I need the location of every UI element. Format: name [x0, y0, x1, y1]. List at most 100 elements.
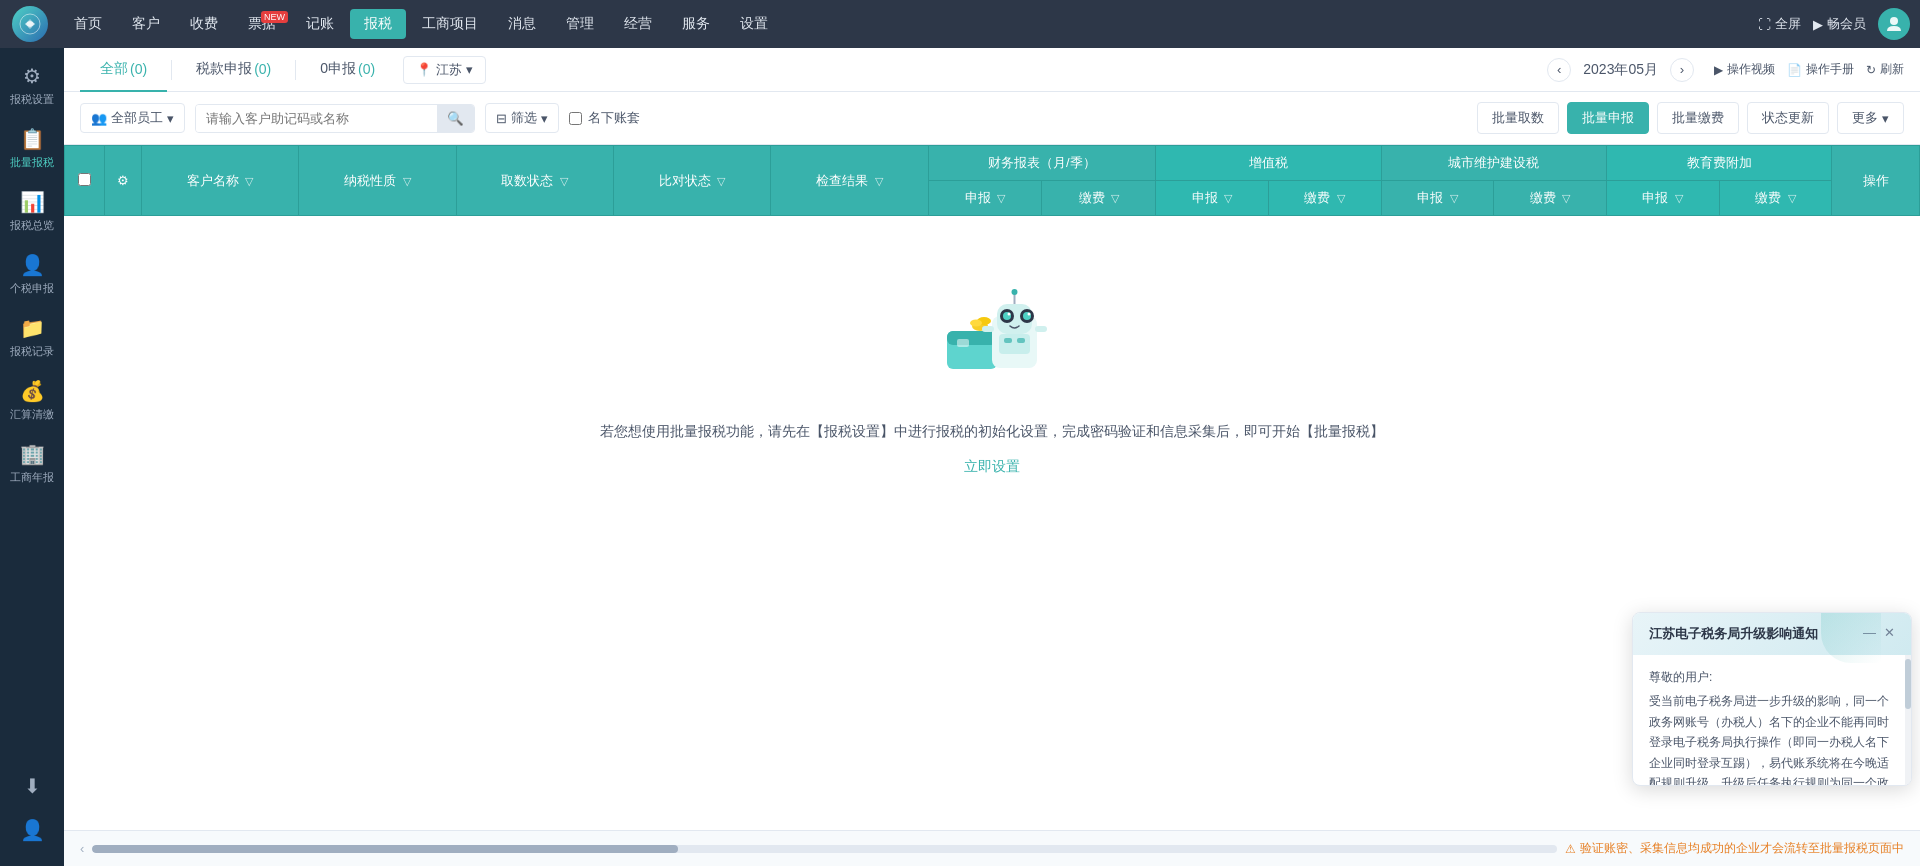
city-pay-th: 缴费 ▽ — [1494, 181, 1607, 216]
notification-popup: 江苏电子税务局升级影响通知 — ✕ 尊敬的用户: 受当前电子税务局进一步升级的影… — [1632, 612, 1912, 786]
nav-customer[interactable]: 客户 — [118, 9, 174, 39]
nav-message[interactable]: 消息 — [494, 9, 550, 39]
vat-declare-th: 申报 ▽ — [1156, 181, 1269, 216]
sidebar-label-tax-overview: 报税总览 — [10, 218, 54, 233]
nav-service[interactable]: 服务 — [668, 9, 724, 39]
region-selector[interactable]: 📍 江苏 ▾ — [403, 56, 486, 84]
select-all-th — [65, 146, 105, 216]
sidebar-item-batch-tax[interactable]: 📋 批量报税 — [4, 119, 60, 178]
sidebar-item-tax-overview[interactable]: 📊 报税总览 — [4, 182, 60, 241]
notification-title: 江苏电子税务局升级影响通知 — [1649, 625, 1818, 643]
name-accounts-checkbox[interactable] — [569, 112, 582, 125]
operation-video-btn[interactable]: ▶ 操作视频 — [1714, 61, 1775, 78]
operation-manual-btn[interactable]: 📄 操作手册 — [1787, 61, 1854, 78]
tax-settings-icon: ⚙ — [23, 64, 41, 88]
sidebar-item-annual-report[interactable]: 🏢 工商年报 — [4, 434, 60, 493]
logo-icon — [12, 6, 48, 42]
select-all-checkbox[interactable] — [78, 173, 91, 186]
batch-pay-btn[interactable]: 批量缴费 — [1657, 102, 1739, 134]
tax-nature-th: 纳税性质 ▽ — [299, 146, 456, 216]
nav-business[interactable]: 工商项目 — [408, 9, 492, 39]
sidebar-item-tax-settings[interactable]: ⚙ 报税设置 — [4, 56, 60, 115]
sidebar-item-settlement[interactable]: 💰 汇算清缴 — [4, 371, 60, 430]
svg-rect-21 — [1004, 338, 1012, 343]
svg-rect-4 — [957, 339, 969, 347]
nav-settings[interactable]: 设置 — [726, 9, 782, 39]
invoice-badge: NEW — [261, 11, 288, 23]
status-update-btn[interactable]: 状态更新 — [1747, 102, 1829, 134]
empty-message: 若您想使用批量报税功能，请先在【报税设置】中进行报税的初始化设置，完成密码验证和… — [600, 420, 1384, 442]
nav-accounting[interactable]: 记账 — [292, 9, 348, 39]
edu-pay-th: 缴费 ▽ — [1719, 181, 1832, 216]
sidebar-label-annual-report: 工商年报 — [10, 470, 54, 485]
tab-tax-declare[interactable]: 税款申报(0) — [176, 48, 291, 92]
financial-declare-th: 申报 ▽ — [928, 181, 1042, 216]
setup-link[interactable]: 立即设置 — [964, 458, 1020, 476]
region-icon: 📍 — [416, 62, 432, 77]
sidebar-profile[interactable]: 👤 — [4, 810, 60, 850]
refresh-btn[interactable]: ↻ 刷新 — [1866, 61, 1904, 78]
notification-scrollbar[interactable] — [1905, 655, 1911, 785]
batch-fetch-btn[interactable]: 批量取数 — [1477, 102, 1559, 134]
nav-invoice[interactable]: 票据 NEW — [234, 9, 290, 39]
nav-manage[interactable]: 管理 — [552, 9, 608, 39]
compare-status-th: 比对状态 ▽ — [613, 146, 770, 216]
sidebar: ⚙ 报税设置 📋 批量报税 📊 报税总览 👤 个税申报 📁 报税记录 💰 汇算清… — [0, 48, 64, 866]
settings-icon[interactable]: ⚙ — [117, 173, 129, 188]
filter-btn[interactable]: ⊟ 筛选 ▾ — [485, 103, 559, 133]
svg-rect-3 — [947, 331, 997, 345]
svg-rect-20 — [999, 334, 1030, 354]
tab-zero-declare[interactable]: 0申报(0) — [300, 48, 395, 92]
checkbox-label[interactable]: 名下账套 — [569, 109, 640, 127]
filter-icon: ⊟ — [496, 111, 507, 126]
sidebar-label-tax-records: 报税记录 — [10, 344, 54, 359]
employee-filter[interactable]: 👥 全部员工 ▾ — [80, 103, 185, 133]
tab-all[interactable]: 全部(0) — [80, 48, 167, 92]
tab-divider-2 — [295, 60, 296, 80]
notification-content: 受当前电子税务局进一步升级的影响，同一个政务网账号（办税人）名下的企业不能再同时… — [1649, 691, 1889, 785]
svg-point-17 — [1012, 289, 1018, 295]
nav-operation[interactable]: 经营 — [610, 9, 666, 39]
left-arrow: ‹ — [80, 841, 84, 856]
edu-declare-th: 申报 ▽ — [1606, 181, 1719, 216]
customer-name-th: 客户名称 ▽ — [142, 146, 299, 216]
svg-point-15 — [1028, 313, 1031, 316]
sidebar-download[interactable]: ⬇ — [4, 766, 60, 806]
search-input[interactable] — [196, 105, 437, 132]
user-avatar[interactable] — [1878, 8, 1910, 40]
logo[interactable] — [10, 4, 50, 44]
nav-billing[interactable]: 收费 — [176, 9, 232, 39]
horizontal-scrollbar[interactable] — [92, 845, 1557, 853]
sidebar-label-settlement: 汇算清缴 — [10, 407, 54, 422]
nav-home[interactable]: 首页 — [60, 9, 116, 39]
settings-th: ⚙ — [105, 146, 142, 216]
tax-overview-icon: 📊 — [20, 190, 45, 214]
member-btn[interactable]: ▶ 畅会员 — [1813, 15, 1866, 33]
fullscreen-btn[interactable]: ⛶ 全屏 — [1758, 15, 1801, 33]
sidebar-label-tax-settings: 报税设置 — [10, 92, 54, 107]
notification-close[interactable]: ✕ — [1884, 625, 1895, 640]
chevron-down-icon: ▾ — [466, 62, 473, 77]
batch-declare-btn[interactable]: 批量申报 — [1567, 102, 1649, 134]
robot-illustration — [932, 276, 1052, 396]
month-navigation: ‹ 2023年05月 › — [1547, 58, 1694, 82]
scrollbar-thumb — [92, 845, 678, 853]
data-table: ⚙ 客户名称 ▽ 纳税性质 ▽ 取数状态 ▽ — [64, 145, 1920, 536]
search-btn[interactable]: 🔍 — [437, 105, 474, 132]
bottom-bar: ‹ ⚠ 验证账密、采集信息均成功的企业才会流转至批量报税页面中 — [64, 830, 1920, 866]
education-th: 教育费附加 — [1606, 146, 1831, 181]
top-navigation: 首页 客户 收费 票据 NEW 记账 报税 工商项目 消息 管理 经营 服务 设… — [0, 0, 1920, 48]
svg-point-1 — [1890, 17, 1898, 25]
prev-month-btn[interactable]: ‹ — [1547, 58, 1571, 82]
download-icon: ⬇ — [24, 774, 41, 798]
svg-rect-22 — [1017, 338, 1025, 343]
sidebar-item-individual-tax[interactable]: 👤 个税申报 — [4, 245, 60, 304]
toolbar: 👥 全部员工 ▾ 🔍 ⊟ 筛选 ▾ 名下账套 批量取数 批量申报 批量缴费 — [64, 92, 1920, 145]
toolbar-right: 批量取数 批量申报 批量缴费 状态更新 更多 ▾ — [1477, 102, 1904, 134]
sidebar-label-batch-tax: 批量报税 — [10, 155, 54, 170]
nav-tax[interactable]: 报税 — [350, 9, 406, 39]
next-month-btn[interactable]: › — [1670, 58, 1694, 82]
sidebar-item-tax-records[interactable]: 📁 报税记录 — [4, 308, 60, 367]
month-label: 2023年05月 — [1583, 61, 1658, 79]
more-btn[interactable]: 更多 ▾ — [1837, 102, 1904, 134]
